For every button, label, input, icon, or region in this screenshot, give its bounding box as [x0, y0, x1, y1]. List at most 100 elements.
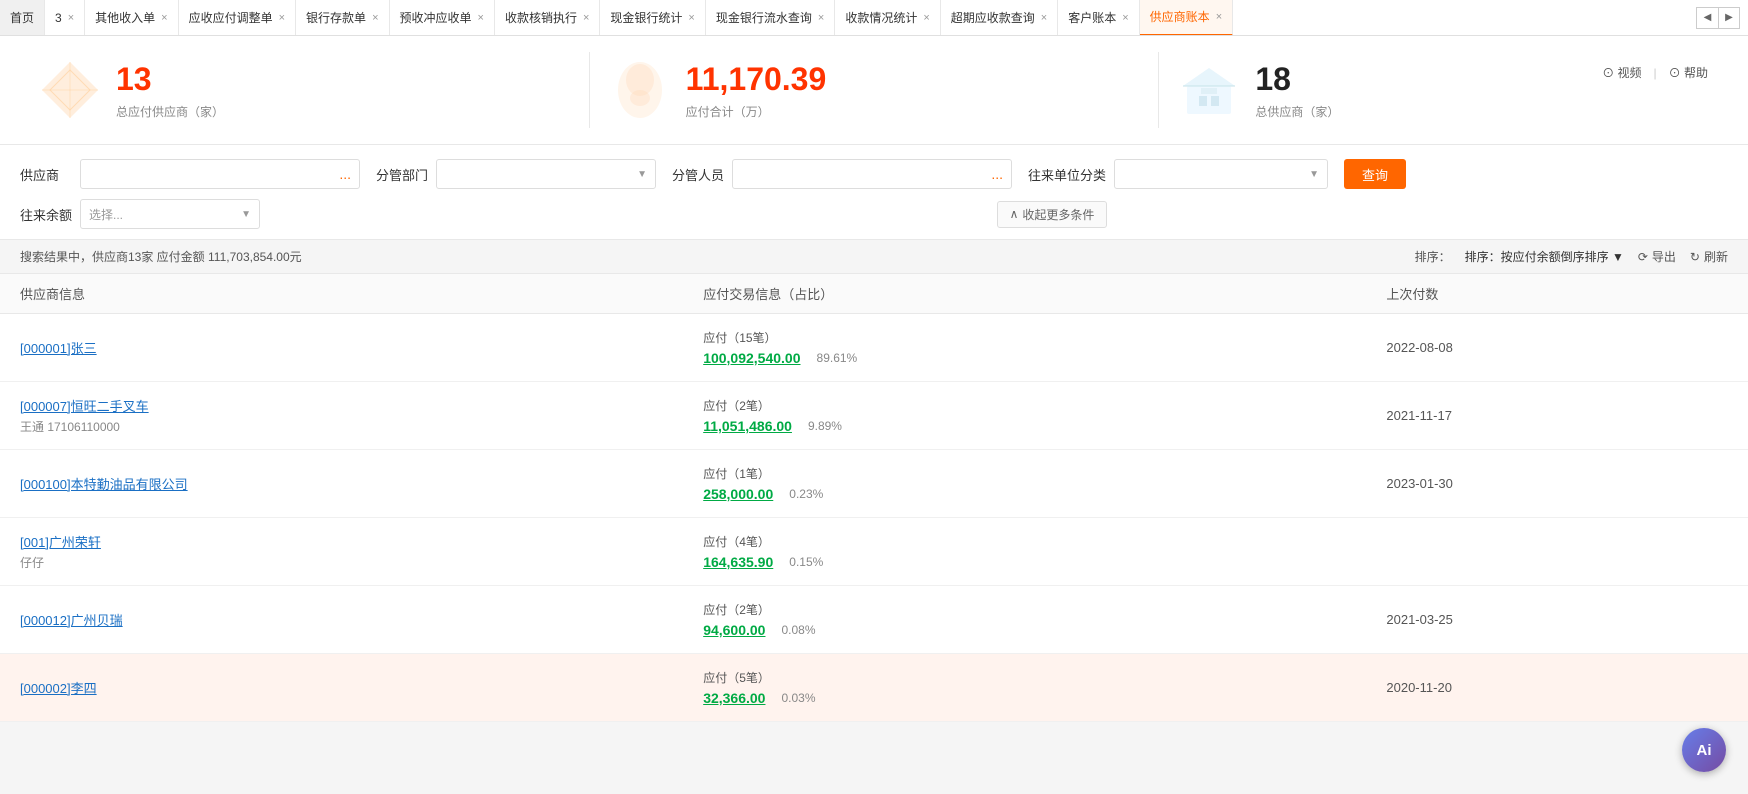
dept-chevron-icon: ▼ — [637, 169, 647, 180]
search-button[interactable]: 查询 — [1344, 159, 1406, 189]
nav-tab-cash-bank-flow[interactable]: 现金银行流水查询 × — [706, 0, 835, 36]
nav-tab-ap-adjust-close[interactable]: × — [279, 12, 285, 24]
person-input-dots[interactable]: ... — [991, 166, 1003, 182]
supplier-link[interactable]: [000007]恒旺二手叉车 — [20, 396, 703, 415]
sort-value[interactable]: 排序：按应付余额倒序排序 ▼ — [1465, 248, 1624, 265]
nav-tab-customer-account[interactable]: 客户账本 × — [1058, 0, 1139, 36]
nav-tab-home[interactable]: 首页 — [0, 0, 45, 36]
filter-category: 往来单位分类 ▼ — [1028, 159, 1328, 189]
transaction-amount[interactable]: 11,051,486.00 — [703, 418, 792, 434]
category-select[interactable]: ▼ — [1114, 159, 1328, 189]
last-payment-cell: 2021-11-17 — [1386, 408, 1728, 423]
supplier-info-cell: [000012]广州贝瑞 — [20, 610, 703, 629]
nav-tab-collect-verify[interactable]: 收款核销执行 × — [495, 0, 600, 36]
supplier-link[interactable]: [000012]广州贝瑞 — [20, 610, 703, 629]
nav-tab-ap-adjust-label: 应收应付调整单 — [189, 9, 273, 26]
balance-select[interactable]: 选择... ▼ — [80, 199, 260, 229]
transaction-amount[interactable]: 164,635.90 — [703, 554, 773, 570]
nav-tab-overdue-collect[interactable]: 超期应收款查询 × — [941, 0, 1058, 36]
table-section: 供应商信息 应付交易信息（占比） 上次付数 [000001]张三 应付（15笔）… — [0, 274, 1748, 722]
ai-assistant-button[interactable]: Ai — [1682, 728, 1726, 772]
nav-tab-collect-verify-label: 收款核销执行 — [505, 9, 577, 26]
filter-row-2: 往来余额 选择... ▼ ∧ 收起更多条件 — [20, 199, 1728, 229]
nav-tab-collect-stat-close[interactable]: × — [923, 12, 929, 24]
transaction-amount-line: 11,051,486.00 9.89% — [703, 418, 1386, 434]
transaction-amount[interactable]: 258,000.00 — [703, 486, 773, 502]
summary-card-1-number: 13 — [116, 60, 569, 98]
summary-card-total-payable: 11,170.39 应付合计（万） — [590, 52, 1160, 128]
transaction-label: 应付（1笔） — [703, 465, 770, 482]
last-payment-cell: 2023-01-30 — [1386, 476, 1728, 491]
summary-card-2-text: 11,170.39 应付合计（万） — [686, 60, 1139, 119]
transaction-percent: 9.89% — [808, 419, 842, 433]
export-button[interactable]: ⟳ 导出 — [1638, 248, 1676, 265]
nav-tab-collect-stat-label: 收款情况统计 — [845, 9, 917, 26]
nav-tab-bank-deposit-close[interactable]: × — [372, 12, 378, 24]
summary-card-suppliers: 13 总应付供应商（家） — [20, 52, 590, 128]
nav-tab-collect-verify-close[interactable]: × — [583, 12, 589, 24]
collapse-up-icon: ∧ — [1010, 207, 1019, 221]
supplier-link[interactable]: [000002]李四 — [20, 678, 703, 697]
transaction-amount[interactable]: 100,092,540.00 — [703, 350, 800, 366]
nav-tab-supplier-account[interactable]: 供应商账本 × — [1140, 0, 1233, 36]
refresh-button[interactable]: ↻ 刷新 — [1690, 248, 1728, 265]
supplier-link[interactable]: [001]广州荣轩 — [20, 532, 703, 551]
transaction-amount-line: 164,635.90 0.15% — [703, 554, 1386, 570]
table-row: [000002]李四 应付（5笔） 32,366.00 0.03% 2020-1… — [0, 654, 1748, 722]
nav-tab-3[interactable]: 3 × — [45, 0, 85, 36]
last-payment-cell: 2020-11-20 — [1386, 680, 1728, 695]
table-row: [000007]恒旺二手叉车 王通 17106110000 应付（2笔） 11,… — [0, 382, 1748, 450]
result-bar: 搜索结果中，供应商13家 应付金额 111,703,854.00元 排序： 排序… — [0, 240, 1748, 274]
nav-scroll-arrows: ◀ ▶ — [1688, 7, 1748, 29]
table-rows-container: [000001]张三 应付（15笔） 100,092,540.00 89.61%… — [0, 314, 1748, 722]
export-icon: ⟳ — [1638, 250, 1648, 264]
nav-tab-supplier-account-close[interactable]: × — [1216, 11, 1222, 23]
supplier-input-dots[interactable]: ... — [339, 166, 351, 182]
collapse-filter-button[interactable]: ∧ 收起更多条件 — [997, 201, 1108, 228]
nav-tab-3-close[interactable]: × — [68, 12, 74, 24]
transaction-label: 应付（5笔） — [703, 669, 770, 686]
table-header-last-payment: 上次付数 — [1386, 284, 1728, 303]
sort-value-text: 排序：按应付余额倒序排序 — [1465, 250, 1609, 264]
transaction-info-cell: 应付（1笔） 258,000.00 0.23% — [703, 465, 1386, 502]
category-chevron-icon: ▼ — [1309, 169, 1319, 180]
summary-section: 13 总应付供应商（家） 11,170.39 应付合计（万） — [0, 36, 1748, 145]
nav-tab-customer-account-close[interactable]: × — [1122, 12, 1128, 24]
transaction-amount[interactable]: 94,600.00 — [703, 622, 765, 638]
transaction-percent: 0.08% — [781, 623, 815, 637]
result-info-text: 搜索结果中，供应商13家 应付金额 111,703,854.00元 — [20, 248, 302, 265]
nav-tab-advance-receive[interactable]: 预收冲应收单 × — [390, 0, 495, 36]
supplier-link[interactable]: [000100]本特勤油品有限公司 — [20, 474, 703, 493]
filter-balance: 往来余额 选择... ▼ — [20, 199, 360, 229]
nav-tab-bank-deposit[interactable]: 银行存款单 × — [296, 0, 389, 36]
result-actions: 排序： 排序：按应付余额倒序排序 ▼ ⟳ 导出 ↻ 刷新 — [1415, 248, 1728, 265]
supplier-info-cell: [000001]张三 — [20, 338, 703, 357]
nav-tab-cash-bank-flow-close[interactable]: × — [818, 12, 824, 24]
nav-tab-bank-deposit-label: 银行存款单 — [306, 9, 366, 26]
nav-tab-cash-bank-stat[interactable]: 现金银行统计 × — [600, 0, 705, 36]
nav-tab-advance-receive-label: 预收冲应收单 — [400, 9, 472, 26]
transaction-amount[interactable]: 32,366.00 — [703, 690, 765, 706]
nav-tab-other-income-label: 其他收入单 — [95, 9, 155, 26]
supplier-link[interactable]: [000001]张三 — [20, 338, 703, 357]
nav-scroll-right[interactable]: ▶ — [1718, 7, 1740, 29]
supplier-info-cell: [001]广州荣轩 仔仔 — [20, 532, 703, 571]
nav-tab-ap-adjust[interactable]: 应收应付调整单 × — [179, 0, 296, 36]
supplier-input[interactable]: ... — [80, 159, 360, 189]
nav-tab-collect-stat[interactable]: 收款情况统计 × — [835, 0, 940, 36]
supplier-info-cell: [000100]本特勤油品有限公司 — [20, 474, 703, 493]
nav-scroll-left[interactable]: ◀ — [1696, 7, 1718, 29]
video-link[interactable]: ⊙ 视频 — [1602, 64, 1641, 81]
table-row: [001]广州荣轩 仔仔 应付（4笔） 164,635.90 0.15% — [0, 518, 1748, 586]
dept-select[interactable]: ▼ — [436, 159, 656, 189]
nav-tab-other-income[interactable]: 其他收入单 × — [85, 0, 178, 36]
nav-tab-overdue-collect-close[interactable]: × — [1041, 12, 1047, 24]
nav-tab-other-income-close[interactable]: × — [161, 12, 167, 24]
filter-dept: 分管部门 ▼ — [376, 159, 656, 189]
link-divider: | — [1654, 66, 1657, 80]
transaction-line: 应付（2笔） — [703, 601, 1386, 618]
nav-tab-advance-receive-close[interactable]: × — [478, 12, 484, 24]
person-input[interactable]: ... — [732, 159, 1012, 189]
nav-tab-cash-bank-stat-close[interactable]: × — [688, 12, 694, 24]
help-link[interactable]: ⊙ 帮助 — [1669, 64, 1708, 81]
